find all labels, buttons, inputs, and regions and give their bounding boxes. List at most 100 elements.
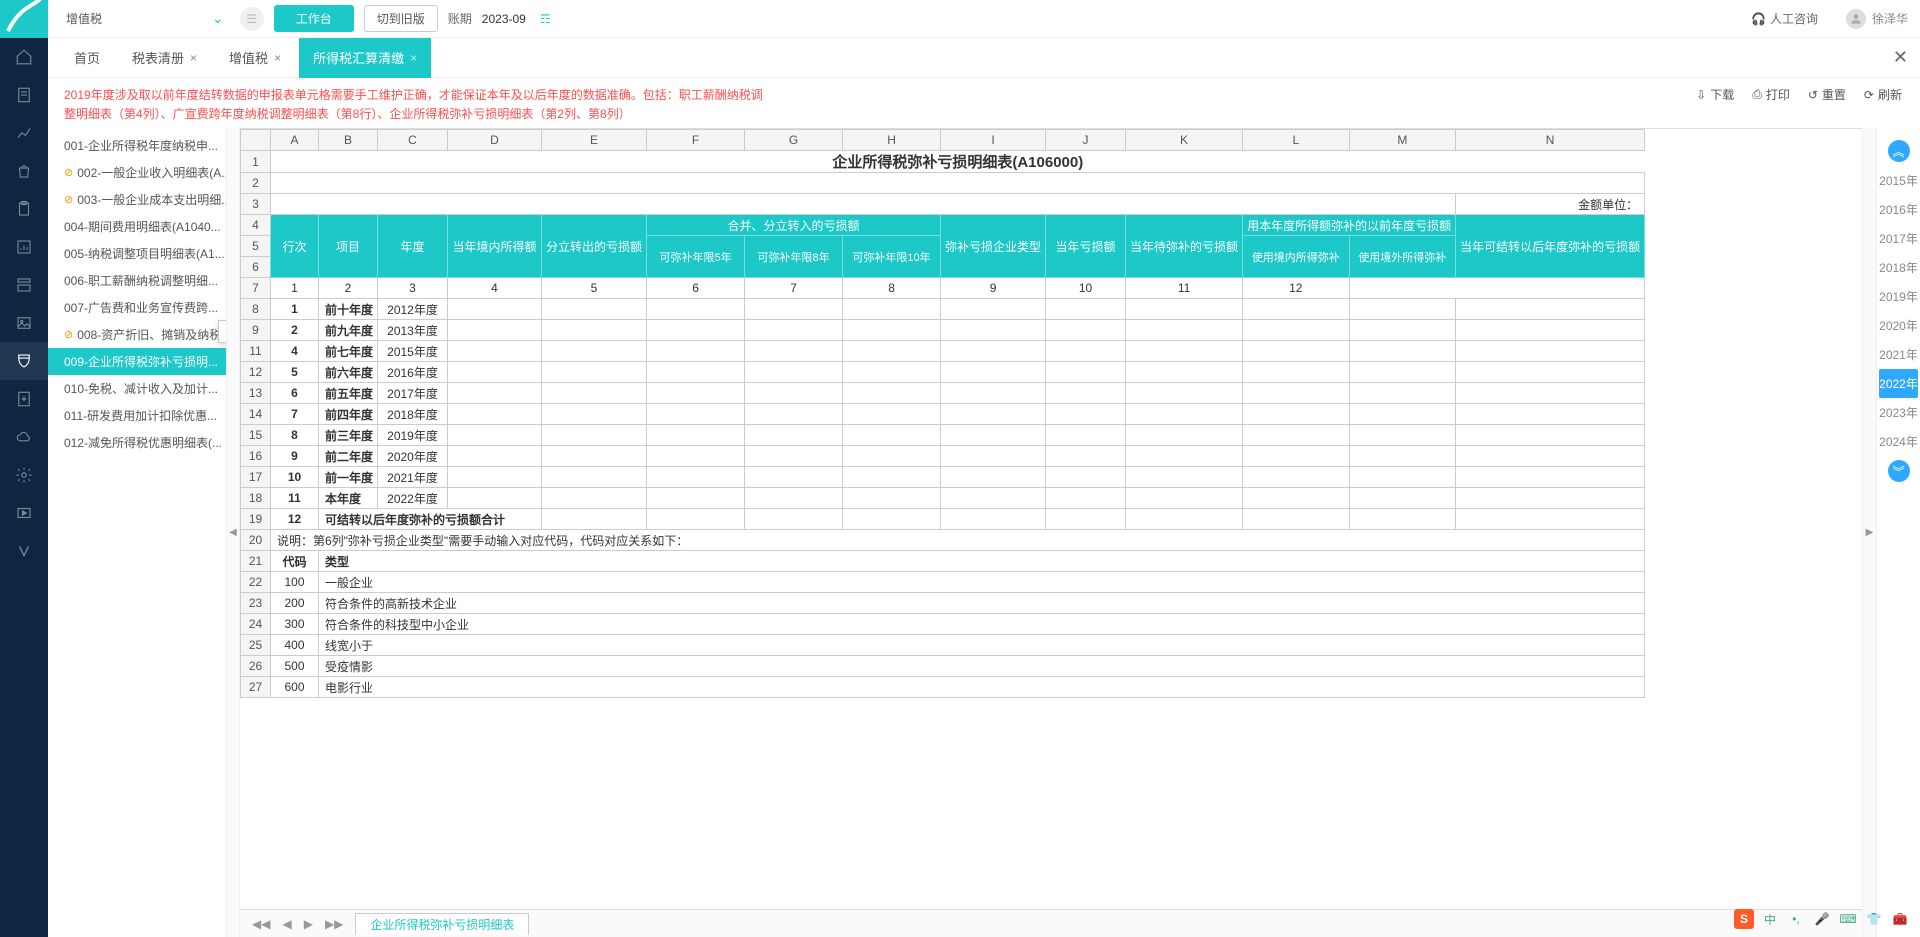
col-header-B[interactable]: B — [319, 130, 378, 151]
cell[interactable] — [1456, 488, 1645, 509]
col-num[interactable]: 6 — [647, 278, 745, 299]
cell[interactable] — [1456, 383, 1645, 404]
sheet-nav-last[interactable]: ▶▶ — [321, 917, 347, 931]
year-2019年[interactable]: 2019年 — [1879, 282, 1918, 311]
col-header-C[interactable]: C — [378, 130, 448, 151]
cell[interactable] — [1349, 509, 1456, 530]
col-num[interactable]: 3 — [378, 278, 448, 299]
cell[interactable] — [941, 467, 1046, 488]
tree-item-11[interactable]: 012-减免所得税优惠明细表(... — [48, 429, 226, 456]
cell[interactable] — [1456, 299, 1645, 320]
cell[interactable] — [1349, 320, 1456, 341]
sheet-nav-next[interactable]: ▶ — [300, 917, 317, 931]
tree-item-6[interactable]: 007-广告费和业务宣传费跨... — [48, 294, 226, 321]
col-num[interactable]: 9 — [941, 278, 1046, 299]
nav-clipboard-icon[interactable] — [0, 190, 48, 228]
cell[interactable] — [1126, 488, 1243, 509]
hdr-c2[interactable]: 分立转出的亏损额 — [542, 215, 647, 278]
cell[interactable] — [1046, 488, 1126, 509]
cell[interactable] — [941, 488, 1046, 509]
nav-template-icon[interactable] — [0, 266, 48, 304]
cell[interactable] — [843, 362, 941, 383]
reset-button[interactable]: ↺重置 — [1808, 86, 1846, 103]
col-header-A[interactable]: A — [271, 130, 319, 151]
cell[interactable] — [647, 509, 745, 530]
cell[interactable]: 可结转以后年度弥补的亏损额合计 — [319, 509, 542, 530]
workbench-button[interactable]: 工作台 — [274, 5, 354, 32]
cell[interactable] — [1243, 446, 1350, 467]
tree-item-2[interactable]: 003-一般企业成本支出明细... — [48, 186, 226, 213]
nav-chart-icon[interactable] — [0, 114, 48, 152]
nav-bag-icon[interactable] — [0, 152, 48, 190]
nav-export-icon[interactable] — [0, 380, 48, 418]
cell[interactable] — [843, 488, 941, 509]
cell[interactable]: 2013年度 — [378, 320, 448, 341]
cell[interactable]: 600 — [271, 677, 319, 698]
module-selector[interactable]: 增值税 ⌄ — [60, 10, 230, 27]
sheet-tab[interactable]: 企业所得税弥补亏损明细表 — [355, 913, 529, 935]
app-logo[interactable] — [0, 0, 48, 38]
nav-video-icon[interactable] — [0, 494, 48, 532]
cell[interactable] — [1046, 467, 1126, 488]
cell[interactable] — [1243, 320, 1350, 341]
cell[interactable]: 4 — [271, 341, 319, 362]
cell[interactable] — [941, 362, 1046, 383]
cell[interactable] — [1126, 446, 1243, 467]
cell[interactable] — [745, 488, 843, 509]
cell[interactable] — [1243, 341, 1350, 362]
cell[interactable] — [647, 446, 745, 467]
cell[interactable] — [941, 509, 1046, 530]
cell[interactable]: 前七年度 — [319, 341, 378, 362]
cell[interactable] — [745, 509, 843, 530]
cell[interactable] — [1126, 425, 1243, 446]
cell[interactable] — [1126, 320, 1243, 341]
year-2024年[interactable]: 2024年 — [1879, 427, 1918, 456]
cell[interactable]: 一般企业 — [319, 572, 1645, 593]
hdr-c1[interactable]: 当年境内所得额 — [448, 215, 542, 278]
col-num[interactable]: 12 — [1243, 278, 1350, 299]
cell[interactable] — [1456, 341, 1645, 362]
tab-2[interactable]: 增值税× — [215, 38, 295, 78]
cell[interactable] — [1046, 404, 1126, 425]
cell[interactable]: 200 — [271, 593, 319, 614]
cell[interactable] — [542, 488, 647, 509]
cell[interactable]: 前十年度 — [319, 299, 378, 320]
ime-keyboard-icon[interactable]: ⌨ — [1838, 909, 1858, 929]
year-2017年[interactable]: 2017年 — [1879, 224, 1918, 253]
year-2023年[interactable]: 2023年 — [1879, 398, 1918, 427]
calendar-icon[interactable]: ☶ — [540, 12, 551, 26]
cell[interactable]: 受疫情影 — [319, 656, 1645, 677]
col-header-M[interactable]: M — [1349, 130, 1456, 151]
hdr-item[interactable]: 项目 — [319, 215, 378, 278]
cell[interactable] — [1243, 383, 1350, 404]
cell[interactable]: 7 — [271, 404, 319, 425]
cell[interactable]: 10 — [271, 467, 319, 488]
cell[interactable]: 8 — [271, 425, 319, 446]
cell[interactable] — [1349, 488, 1456, 509]
cell[interactable]: 400 — [271, 635, 319, 656]
cell[interactable]: 可弥补年限5年 — [647, 236, 745, 278]
cell[interactable] — [1243, 362, 1350, 383]
nav-image-icon[interactable] — [0, 304, 48, 342]
col-header-N[interactable]: N — [1456, 130, 1645, 151]
cell[interactable] — [843, 320, 941, 341]
cell[interactable] — [1349, 383, 1456, 404]
tree-item-9[interactable]: 010-免税、减计收入及加计... — [48, 375, 226, 402]
cell[interactable] — [1349, 278, 1645, 299]
hdr-merge[interactable]: 合并、分立转入的亏损额 — [647, 215, 941, 236]
tree-item-7[interactable]: 008-资产折旧、摊销及纳税... — [48, 321, 226, 348]
cell[interactable] — [745, 341, 843, 362]
col-num[interactable]: 5 — [542, 278, 647, 299]
cell[interactable] — [542, 299, 647, 320]
cell[interactable] — [1046, 320, 1126, 341]
col-header-G[interactable]: G — [745, 130, 843, 151]
cell[interactable]: 可弥补年限10年 — [843, 236, 941, 278]
cell[interactable] — [843, 425, 941, 446]
cell[interactable]: 前九年度 — [319, 320, 378, 341]
cell[interactable] — [1456, 467, 1645, 488]
cell[interactable] — [1126, 341, 1243, 362]
cell[interactable] — [1243, 299, 1350, 320]
cell[interactable]: 2016年度 — [378, 362, 448, 383]
cell[interactable] — [647, 425, 745, 446]
col-num[interactable]: 1 — [271, 278, 319, 299]
